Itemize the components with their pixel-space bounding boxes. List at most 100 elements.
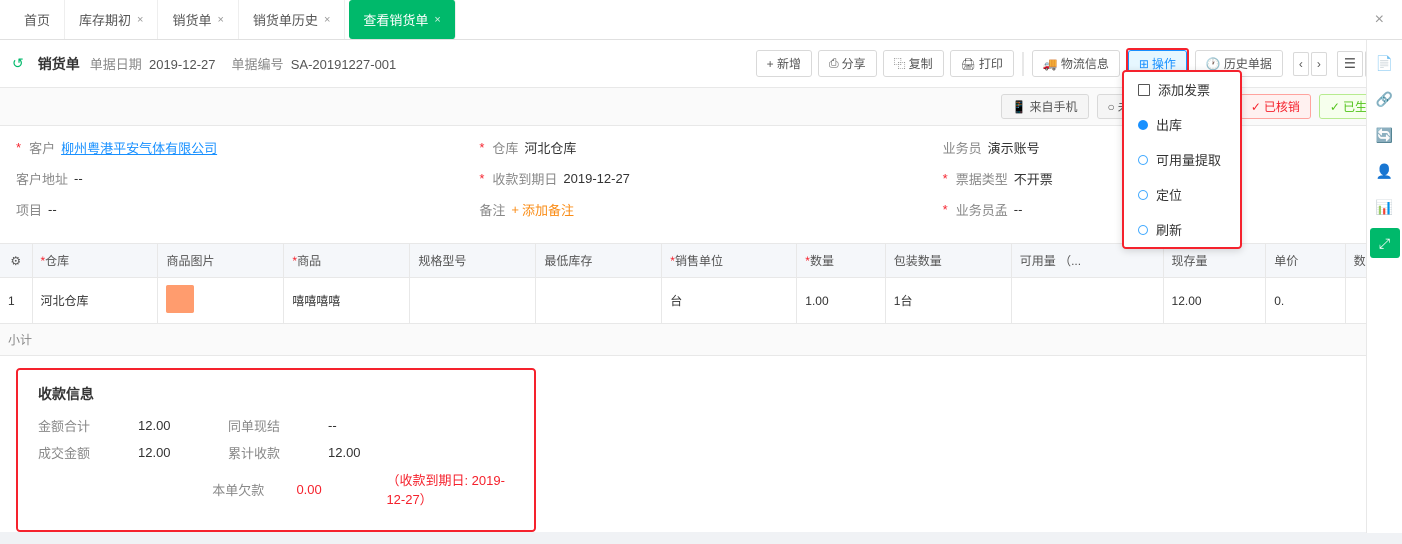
check-circle-icon: ✓	[1251, 100, 1261, 114]
col-settings[interactable]: ⚙	[0, 244, 32, 278]
sidebar-user-icon[interactable]: 👤	[1370, 156, 1400, 186]
warehouse-value: 河北仓库	[524, 138, 576, 157]
deal-label: 成交金额	[38, 443, 108, 462]
col-current: 现存量	[1163, 244, 1266, 278]
due-date-field: * 收款到期日 2019-12-27	[479, 169, 922, 188]
tab-bar: 首页 库存期初 × 销货单 × 销货单历史 × 查看销货单 × ×	[0, 0, 1402, 40]
list-view-button[interactable]: ☰	[1337, 51, 1363, 77]
tab-sales-history[interactable]: 销货单历史 ×	[239, 0, 345, 39]
sidebar-doc-icon[interactable]: 📄	[1370, 48, 1400, 78]
row-min-stock	[536, 278, 662, 324]
phone-icon: 📱	[1012, 100, 1027, 114]
tab-view-sales[interactable]: 查看销货单 ×	[349, 0, 455, 39]
share-button[interactable]: ⎙ 分享	[818, 50, 877, 77]
row-qty: 1.00	[797, 278, 886, 324]
ticket-type-value: 不开票	[1014, 169, 1053, 188]
dot-outline-icon	[1138, 155, 1148, 165]
row-available	[1011, 278, 1163, 324]
menu-outbound[interactable]: 出库	[1124, 107, 1240, 142]
subtotal-label: 小计	[0, 324, 1402, 356]
toolbar-actions: + 新增 ⎙ 分享 ⿻ 复制 🖨 打印 🚚 物流信息 ⊞ 操作	[756, 48, 1390, 79]
row-pack-qty: 1台	[885, 278, 1011, 324]
payment-row-1: 金额合计 12.00 同单现结 --	[38, 416, 514, 435]
date-value: 2019-12-27	[149, 57, 216, 72]
print-button[interactable]: 🖨 打印	[950, 50, 1014, 77]
print-icon: 🖨	[961, 57, 976, 71]
square-icon	[1138, 84, 1150, 96]
row-unit: 台	[662, 278, 797, 324]
payment-section: 收款信息 金额合计 12.00 同单现结 -- 成交金额 12.00 累计收款 …	[16, 368, 536, 532]
menu-refresh[interactable]: 刷新	[1124, 212, 1240, 247]
row-current: 12.00	[1163, 278, 1266, 324]
add-note-button[interactable]: + 添加备注	[511, 200, 574, 219]
project-value: --	[48, 202, 57, 217]
copy-icon: ⿻	[894, 55, 906, 72]
grid-icon: ⊞	[1139, 57, 1149, 71]
owed-value: 0.00	[296, 482, 356, 497]
doc-icon: ↺	[12, 55, 24, 72]
product-table: ⚙ *仓库 商品图片 *商品 规格型号 最低库存 *销售单位 *数量 包装数量 …	[0, 244, 1402, 356]
window-close-button[interactable]: ×	[1367, 7, 1392, 33]
col-min-stock: 最低库存	[536, 244, 662, 278]
tab-stock-init[interactable]: 库存期初 ×	[65, 0, 158, 39]
from-phone-button[interactable]: 📱 来自手机	[1001, 94, 1089, 119]
dot-outline-icon2	[1138, 190, 1148, 200]
menu-available-extract[interactable]: 可用量提取	[1124, 142, 1240, 177]
col-product: *商品	[284, 244, 410, 278]
col-pack-qty: 包装数量	[885, 244, 1011, 278]
row-spec	[410, 278, 536, 324]
prev-arrow[interactable]: ‹	[1293, 52, 1309, 76]
close-tab-sales[interactable]: ×	[217, 14, 223, 26]
sidebar-expand-icon[interactable]: ⤢	[1370, 228, 1400, 258]
customer-value[interactable]: 柳州粤港平安气体有限公司	[61, 138, 217, 157]
add-button[interactable]: + 新增	[756, 50, 812, 77]
col-available: 可用量 （...	[1011, 244, 1163, 278]
same-order-label: 同单现结	[228, 416, 298, 435]
no-value: SA-20191227-001	[291, 57, 397, 72]
deal-value: 12.00	[138, 445, 198, 460]
circle-icon: ○	[1108, 100, 1115, 114]
tab-home[interactable]: 首页	[10, 0, 65, 39]
menu-locate[interactable]: 定位	[1124, 177, 1240, 212]
table-header-row: ⚙ *仓库 商品图片 *商品 规格型号 最低库存 *销售单位 *数量 包装数量 …	[0, 244, 1402, 278]
col-unit: *销售单位	[662, 244, 797, 278]
dot-blue-icon	[1138, 120, 1148, 130]
col-price: 单价	[1266, 244, 1345, 278]
owed-label: 本单欠款	[212, 480, 266, 499]
col-qty: *数量	[797, 244, 886, 278]
row-img	[158, 278, 284, 324]
truck-icon: 🚚	[1043, 57, 1058, 71]
share-icon: ⎙	[829, 56, 839, 71]
cumulative-value: 12.00	[328, 445, 388, 460]
warehouse-field: * 仓库 河北仓库	[479, 138, 922, 157]
check-circle-icon2: ✓	[1330, 100, 1340, 114]
sidebar-refresh-icon[interactable]: 🔄	[1370, 120, 1400, 150]
next-arrow[interactable]: ›	[1311, 52, 1327, 76]
right-sidebar: 📄 🔗 🔄 👤 📊 ⤢	[1366, 40, 1402, 533]
close-tab-sales-history[interactable]: ×	[324, 14, 330, 26]
doc-name: 销货单	[38, 54, 80, 74]
row-warehouse: 河北仓库	[32, 278, 158, 324]
doc-title-area: ↺ 销货单 单据日期 2019-12-27 单据编号 SA-20191227-0…	[12, 54, 756, 74]
address-value: --	[74, 171, 83, 186]
payment-title: 收款信息	[38, 384, 514, 404]
menu-add-invoice[interactable]: 添加发票	[1124, 72, 1240, 107]
copy-button[interactable]: ⿻ 复制	[883, 50, 944, 77]
row-product: 嘻嘻嘻嘻	[284, 278, 410, 324]
col-spec: 规格型号	[410, 244, 536, 278]
sidebar-link-icon[interactable]: 🔗	[1370, 84, 1400, 114]
close-tab-view-sales[interactable]: ×	[434, 14, 440, 26]
logistics-button[interactable]: 🚚 物流信息	[1032, 50, 1120, 77]
tab-sales[interactable]: 销货单 ×	[158, 0, 238, 39]
nav-arrows: ‹ ›	[1293, 52, 1327, 76]
payment-row-2: 成交金额 12.00 累计收款 12.00	[38, 443, 514, 462]
row-no: 1	[0, 278, 32, 324]
sold-badge: ✓ 已核销	[1240, 94, 1311, 119]
customer-field: * 客户 柳州粤港平安气体有限公司	[16, 138, 459, 157]
project-field: 项目 --	[16, 200, 459, 219]
product-image	[166, 285, 194, 313]
doc-meta: 单据日期 2019-12-27 单据编号 SA-20191227-001	[90, 54, 397, 73]
date-label: 单据日期 2019-12-27	[90, 54, 216, 73]
sidebar-chart-icon[interactable]: 📊	[1370, 192, 1400, 222]
close-tab-stock-init[interactable]: ×	[137, 14, 143, 26]
